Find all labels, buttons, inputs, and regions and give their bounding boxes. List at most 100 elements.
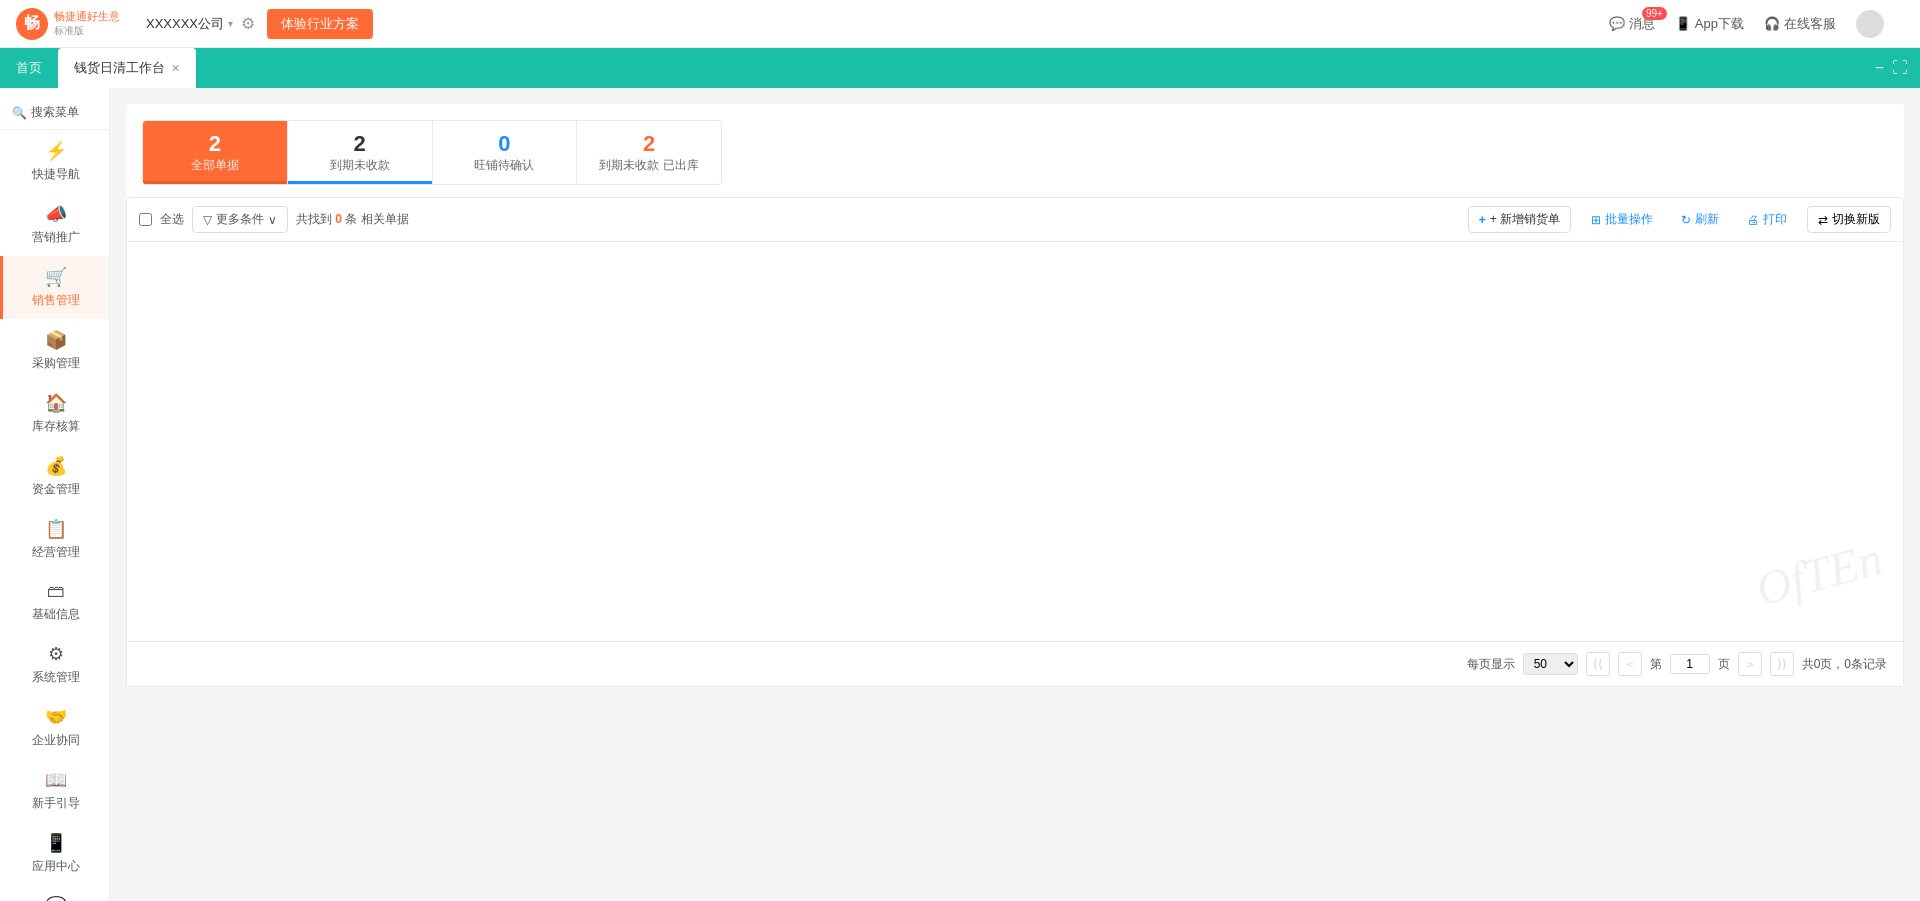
stat-shipped-label: 到期未收款 已出库 [593,157,705,174]
stat-tab-wangpu[interactable]: 0 旺铺待确认 [433,121,578,184]
service-icon: 🎧 [1764,16,1780,31]
page-label-end: 页 [1718,656,1730,673]
filter-chevron-icon: ∨ [268,213,277,227]
tab-workbench[interactable]: 钱货日清工作台 ✕ [58,48,196,88]
sidebar-search[interactable]: 🔍 搜索菜单 [0,96,109,130]
tab-underline [143,181,287,184]
topbar: 畅 畅捷通好生意 标准版 XXXXXX公司 ▾ ⚙ 体验行业方案 💬 消息 99… [0,0,1920,48]
stat-overdue-label: 到期未收款 [304,157,416,174]
sidebar-item-sales[interactable]: 🛒 销售管理 [0,256,109,319]
print-label: 打印 [1763,211,1787,228]
page-number-input[interactable] [1670,654,1710,674]
sidebar-item-inventory[interactable]: 🏠 库存核算 [0,382,109,445]
tab-minimize-icon[interactable]: − [1875,59,1884,77]
app-icon: 📱 [1675,16,1691,31]
enterprise-icon: 🤝 [45,706,67,728]
sidebar: 🔍 搜索菜单 ⚡ 快捷导航 📣 营销推广 🛒 销售管理 📦 采购管理 🏠 库存核… [0,88,110,901]
switch-version-button[interactable]: ⇄ 切换新版 [1807,206,1891,233]
sidebar-item-label: 应用中心 [32,858,80,875]
sidebar-item-label: 企业协同 [32,732,80,749]
refresh-button[interactable]: ↻ 刷新 [1673,207,1727,232]
tab-controls: − ⛶ [1875,59,1920,77]
app-download-button[interactable]: 📱 App下载 [1675,15,1744,33]
sidebar-item-purchase[interactable]: 📦 采购管理 [0,319,109,382]
appstore-icon: 📱 [45,832,67,854]
prev-page-button[interactable]: ＜ [1618,652,1642,676]
sales-icon: 🛒 [45,266,67,288]
sidebar-item-label: 库存核算 [32,418,80,435]
print-icon: 🖨 [1747,213,1759,227]
toolbar: 全选 ▽ 更多条件 ∨ 共找到 0 条 相关单据 + + 新增 [126,197,1904,242]
company-selector[interactable]: XXXXXX公司 ▾ [146,15,233,33]
purchase-icon: 📦 [45,329,67,351]
content-card: 2 全部单据 2 到期未收款 0 旺铺待确认 2 [126,104,1904,687]
add-icon: + [1479,213,1486,227]
total-text: 共0页，0条记录 [1802,656,1887,673]
avatar[interactable] [1856,10,1884,38]
found-num: 0 [335,212,342,226]
per-page-label: 每页显示 [1467,656,1515,673]
sidebar-item-label: 基础信息 [32,606,80,623]
stat-shipped-num: 2 [593,131,705,157]
toolbar-right: + + 新增销货单 ⊞ 批量操作 ↻ 刷新 🖨 打印 [1468,206,1891,233]
sidebar-item-basics[interactable]: 🗃 基础信息 [0,571,109,633]
stat-all-num: 2 [159,131,271,157]
select-all-label: 全选 [160,211,184,228]
tab-close-icon[interactable]: ✕ [171,62,180,75]
add-order-button[interactable]: + + 新增销货单 [1468,206,1571,233]
stat-tab-shipped[interactable]: 2 到期未收款 已出库 [577,121,721,184]
message-button[interactable]: 💬 消息 99+ [1609,15,1655,33]
sidebar-item-quick-nav[interactable]: ⚡ 快捷导航 [0,130,109,193]
print-button[interactable]: 🖨 打印 [1739,207,1795,232]
app-label: App下载 [1695,15,1744,33]
first-page-button[interactable]: ⟨⟨ [1586,652,1610,676]
management-icon: 📋 [45,518,67,540]
stats-row: 2 全部单据 2 到期未收款 0 旺铺待确认 2 [126,104,1904,185]
per-page-select[interactable]: 50 100 200 [1523,653,1578,675]
settings-gear-icon[interactable]: ⚙ [241,14,255,33]
layout: 🔍 搜索菜单 ⚡ 快捷导航 📣 营销推广 🛒 销售管理 📦 采购管理 🏠 库存核… [0,88,1920,901]
pagination: 每页显示 50 100 200 ⟨⟨ ＜ 第 页 ＞ ⟩⟩ 共0页，0条记录 [126,642,1904,687]
basics-icon: 🗃 [47,581,65,602]
sidebar-item-label: 系统管理 [32,669,80,686]
last-page-button[interactable]: ⟩⟩ [1770,652,1794,676]
refresh-icon: ↻ [1681,213,1691,227]
stat-all-label: 全部单据 [159,157,271,174]
online-service-button[interactable]: 🎧 在线客服 [1764,15,1836,33]
tab-maximize-icon[interactable]: ⛶ [1892,59,1908,77]
message-icon: 💬 [1609,16,1625,31]
inventory-icon: 🏠 [45,392,67,414]
sidebar-item-label: 销售管理 [32,292,80,309]
batch-icon: ⊞ [1591,213,1601,227]
trial-button[interactable]: 体验行业方案 [267,9,373,39]
sidebar-item-system[interactable]: ⚙ 系统管理 [0,633,109,696]
switch-icon: ⇄ [1818,213,1828,227]
tab-home[interactable]: 首页 [0,48,58,88]
stat-wangpu-num: 0 [449,131,561,157]
sidebar-item-guide[interactable]: 📖 新手引导 [0,759,109,822]
message-badge: 99+ [1642,7,1667,20]
search-icon: 🔍 [12,106,27,120]
sidebar-item-management[interactable]: 📋 经营管理 [0,508,109,571]
select-all-checkbox[interactable] [139,213,152,226]
toolbar-left: 全选 ▽ 更多条件 ∨ 共找到 0 条 相关单据 [139,206,1456,233]
sidebar-item-label: 新手引导 [32,795,80,812]
stat-tab-overdue[interactable]: 2 到期未收款 [288,121,433,184]
stat-overdue-num: 2 [304,131,416,157]
filter-button[interactable]: ▽ 更多条件 ∨ [192,206,288,233]
page-label: 第 [1650,656,1662,673]
sidebar-item-marketing[interactable]: 📣 营销推广 [0,193,109,256]
add-label: + 新增销货单 [1490,211,1560,228]
filter-icon: ▽ [203,213,212,227]
next-page-button[interactable]: ＞ [1738,652,1762,676]
sidebar-item-enterprise[interactable]: 🤝 企业协同 [0,696,109,759]
finance-icon: 💰 [45,455,67,477]
sidebar-item-label: 资金管理 [32,481,80,498]
stat-tab-all[interactable]: 2 全部单据 [143,121,288,184]
logo: 畅 畅捷通好生意 标准版 [16,8,126,40]
sidebar-item-finance[interactable]: 💰 资金管理 [0,445,109,508]
sidebar-item-appstore[interactable]: 📱 应用中心 [0,822,109,885]
batch-operation-button[interactable]: ⊞ 批量操作 [1583,207,1661,232]
watermark: OfTEn [1750,530,1888,616]
sidebar-item-wecom[interactable]: 💬 企业微信 [0,885,109,901]
